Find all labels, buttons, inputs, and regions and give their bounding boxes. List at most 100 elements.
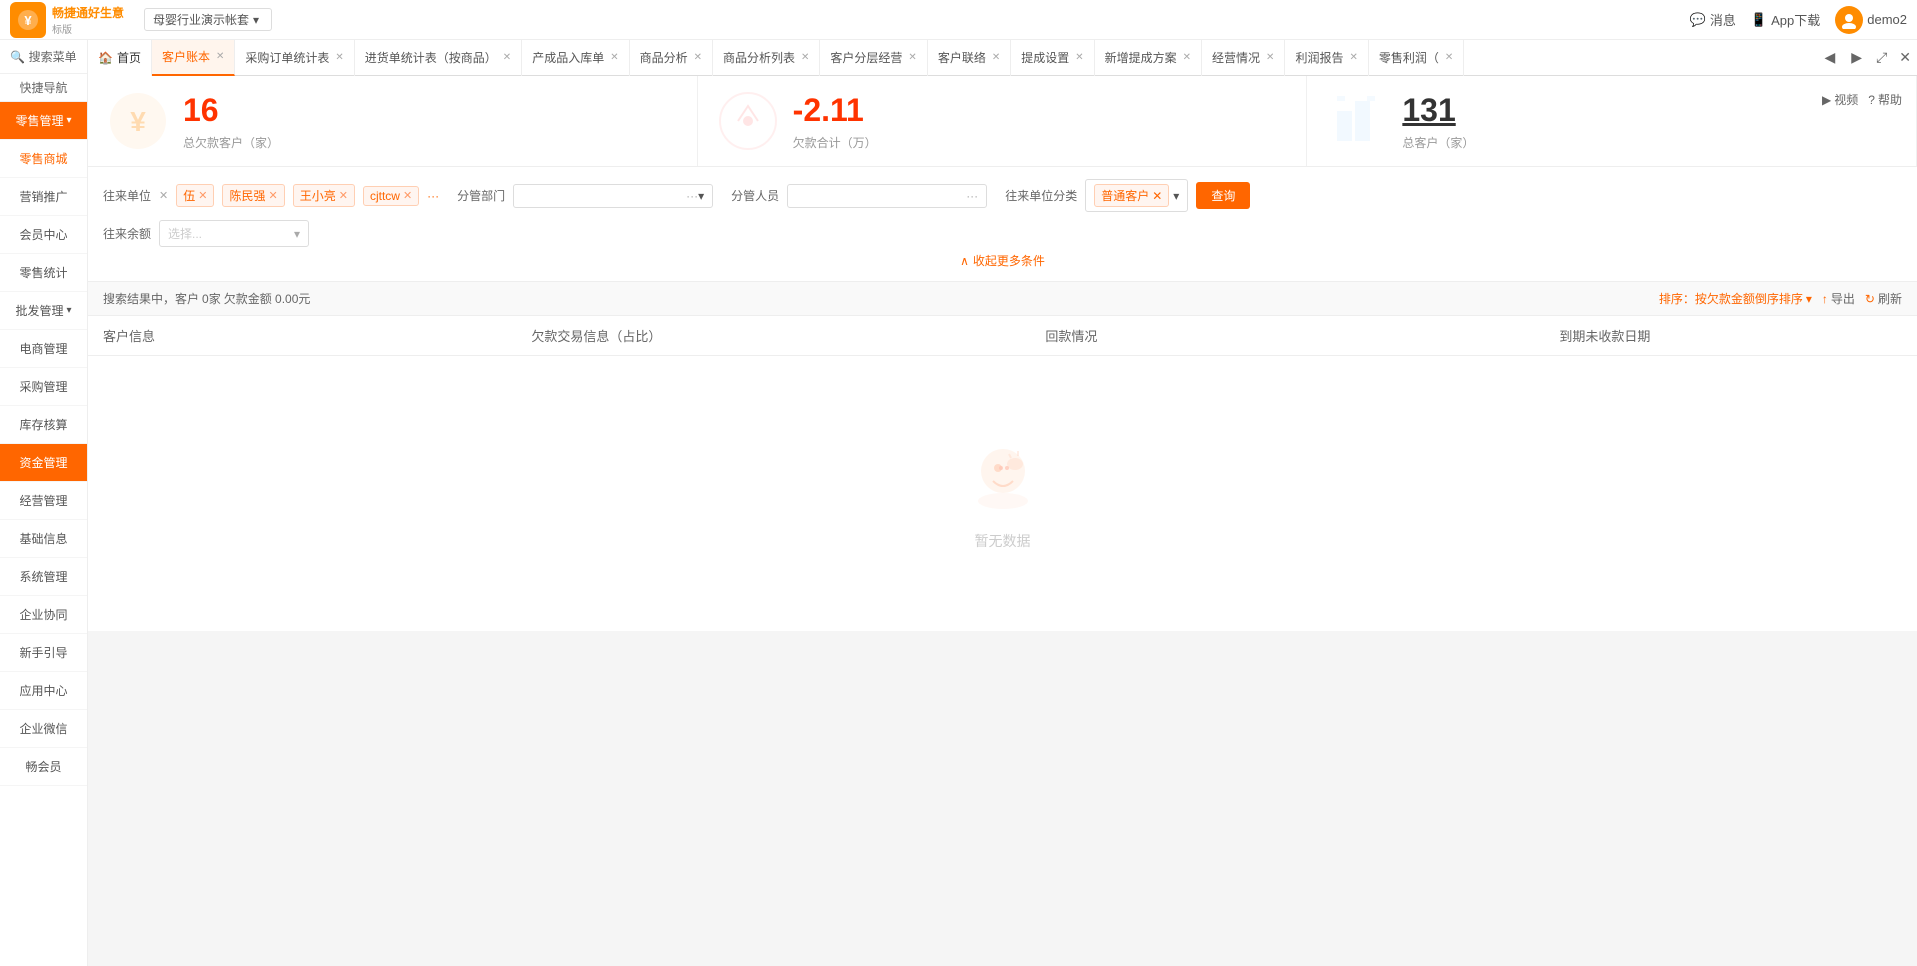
user-menu[interactable]: demo2 — [1835, 6, 1907, 34]
filter-tag-wu-close[interactable]: ✕ — [198, 189, 207, 202]
tab-customer-segment[interactable]: 客户分层经营 ✕ — [820, 40, 927, 76]
sidebar-item-guide[interactable]: 新手引导 — [0, 634, 87, 672]
tab-close-icon12[interactable]: ✕ — [1349, 52, 1357, 63]
balance-dropdown[interactable]: 选择... ▾ — [159, 220, 309, 247]
sidebar-item-member[interactable]: 会员中心 — [0, 216, 87, 254]
sidebar-item-finance-label: 资金管理 — [19, 456, 67, 470]
tab-customer-cost[interactable]: 客户账本 ✕ — [152, 40, 235, 76]
message-button[interactable]: 💬 消息 — [1690, 10, 1736, 29]
tab-close-icon7[interactable]: ✕ — [908, 52, 916, 63]
stat-clients-label: 总客户（家） — [1402, 134, 1896, 151]
unit-close-btn[interactable]: ✕ — [159, 189, 168, 202]
tab-close-icon10[interactable]: ✕ — [1183, 52, 1191, 63]
query-button[interactable]: 查询 — [1196, 182, 1250, 209]
filter-row-2: 往来余额 选择... ▾ — [103, 220, 1902, 247]
search-menu[interactable]: 🔍 搜索菜单 — [0, 40, 87, 74]
sidebar-item-ecommerce[interactable]: 电商管理 — [0, 330, 87, 368]
video-button[interactable]: ▶ 视频 — [1822, 91, 1858, 108]
tab-customer-segment-label: 客户分层经营 — [830, 49, 902, 66]
account-selector[interactable]: 母婴行业演示帐套 ▾ — [144, 8, 272, 31]
classify-tag-close[interactable]: ✕ — [1152, 189, 1162, 203]
tab-profit-report[interactable]: 利润报告 ✕ — [1285, 40, 1368, 76]
col-header-return: 回款情况 — [1045, 326, 1559, 345]
filter-tag-cj-close[interactable]: ✕ — [403, 189, 412, 202]
sidebar-item-basic-info[interactable]: 基础信息 — [0, 520, 87, 558]
chevron-down-icon: ▾ — [253, 13, 259, 27]
tab-promotion-settings[interactable]: 提成设置 ✕ — [1011, 40, 1094, 76]
filter-tag-chen-close[interactable]: ✕ — [268, 189, 277, 202]
dept-dropdown[interactable]: ··· ▾ — [513, 184, 713, 208]
tab-close-icon3[interactable]: ✕ — [503, 52, 511, 63]
tab-business[interactable]: 经营情况 ✕ — [1202, 40, 1285, 76]
results-count: 0家 — [202, 290, 221, 307]
tab-close-icon[interactable]: ✕ — [216, 51, 224, 62]
sidebar-item-enterprise-wechat[interactable]: 企业微信 — [0, 710, 87, 748]
person-dropdown[interactable]: ··· — [787, 184, 987, 208]
tab-home[interactable]: 🏠 首页 — [88, 40, 152, 76]
sidebar-item-retail-stats[interactable]: 零售统计 — [0, 254, 87, 292]
tab-new-promotion[interactable]: 新增提成方案 ✕ — [1095, 40, 1202, 76]
app-download-button[interactable]: 📱 App下载 — [1751, 10, 1820, 29]
stat-customers-info: 16 总欠款客户（家） — [183, 91, 677, 150]
sidebar-item-marketing[interactable]: 营销推广 — [0, 178, 87, 216]
results-prefix: 搜索结果中，客户 — [103, 290, 199, 307]
clients-icon — [1327, 91, 1387, 151]
tab-close-icon4[interactable]: ✕ — [610, 52, 618, 63]
tab-close-icon9[interactable]: ✕ — [1075, 52, 1083, 63]
classify-label: 往来单位分类 — [1005, 187, 1077, 204]
tab-retail-profit[interactable]: 零售利润（ ✕ — [1369, 40, 1464, 76]
sidebar-item-app-center[interactable]: 应用中心 — [0, 672, 87, 710]
sidebar-item-purchase[interactable]: 采购管理 — [0, 368, 87, 406]
app-icon: 📱 — [1751, 12, 1767, 28]
person-dots-icon[interactable]: ··· — [966, 189, 978, 203]
tab-product-stock[interactable]: 产成品入库单 ✕ — [522, 40, 629, 76]
tab-close-icon8[interactable]: ✕ — [992, 52, 1000, 63]
tab-next-button[interactable]: ▶ — [1843, 49, 1870, 66]
sort-button[interactable]: 排序：按欠款金额倒序排序 ▾ — [1659, 290, 1812, 307]
account-selector-label: 母婴行业演示帐套 — [153, 11, 249, 28]
tab-stock-table[interactable]: 进货单统计表（按商品） ✕ — [355, 40, 522, 76]
filter-tag-wang[interactable]: 王小亮 ✕ — [293, 184, 355, 207]
filter-tag-wu[interactable]: 伍 ✕ — [176, 184, 214, 207]
filter-tag-cj[interactable]: cjttcw ✕ — [363, 186, 419, 206]
filter-tag-wang-close[interactable]: ✕ — [339, 189, 348, 202]
empty-icon — [963, 436, 1043, 516]
tab-customer-contact[interactable]: 客户联络 ✕ — [928, 40, 1011, 76]
sidebar-item-finance[interactable]: 资金管理 — [0, 444, 87, 482]
sidebar-item-enterprise-label: 企业协同 — [19, 608, 67, 622]
tab-close-icon6[interactable]: ✕ — [801, 52, 809, 63]
tab-maximize-button[interactable]: ⤢ — [1870, 49, 1893, 66]
refresh-icon: ↻ — [1865, 292, 1875, 306]
sidebar-item-system[interactable]: 系统管理 — [0, 558, 87, 596]
tab-goods-analysis-list[interactable]: 商品分析列表 ✕ — [713, 40, 820, 76]
classify-tag-label: 普通客户 — [1101, 187, 1149, 204]
sidebar-item-retail-mgmt[interactable]: 零售管理 ▾ — [0, 102, 87, 140]
sidebar-item-retail-stats-label: 零售统计 — [19, 266, 67, 280]
tab-goods-analysis[interactable]: 商品分析 ✕ — [630, 40, 713, 76]
dept-dots-icon[interactable]: ··· — [686, 189, 698, 203]
tab-close-icon5[interactable]: ✕ — [694, 52, 702, 63]
sidebar-item-operations[interactable]: 经营管理 — [0, 482, 87, 520]
collapse-icon: ∧ — [960, 254, 969, 268]
quick-nav[interactable]: 快捷导航 — [0, 74, 87, 102]
sidebar-item-vip[interactable]: 畅会员 — [0, 748, 87, 786]
sidebar-item-retail-mall[interactable]: 零售商城 — [0, 140, 87, 178]
sidebar-item-wholesale[interactable]: 批发管理 ▾ — [0, 292, 87, 330]
tab-close-all-button[interactable]: ✕ — [1893, 49, 1917, 66]
help-button[interactable]: ? 帮助 — [1868, 91, 1902, 108]
filter-tag-chen[interactable]: 陈民强 ✕ — [222, 184, 284, 207]
stat-total-clients: 131 总客户（家） — [1307, 76, 1917, 166]
tab-close-icon2[interactable]: ✕ — [335, 52, 343, 63]
tab-prev-button[interactable]: ◀ — [1817, 49, 1844, 66]
tab-purchase-order[interactable]: 采购订单统计表 ✕ — [235, 40, 354, 76]
export-button[interactable]: ↑ 导出 — [1822, 290, 1855, 307]
tab-close-icon11[interactable]: ✕ — [1266, 52, 1274, 63]
tab-close-icon13[interactable]: ✕ — [1445, 52, 1453, 63]
filter-more-tags[interactable]: ··· — [427, 189, 439, 203]
refresh-button[interactable]: ↻ 刷新 — [1865, 290, 1902, 307]
sidebar-item-enterprise[interactable]: 企业协同 — [0, 596, 87, 634]
collapse-button[interactable]: ∧ 收起更多条件 — [103, 252, 1902, 269]
classify-dropdown[interactable]: 普通客户 ✕ ▾ — [1085, 179, 1188, 212]
sidebar-item-inventory[interactable]: 库存核算 — [0, 406, 87, 444]
sort-icon: ▾ — [1806, 292, 1812, 306]
